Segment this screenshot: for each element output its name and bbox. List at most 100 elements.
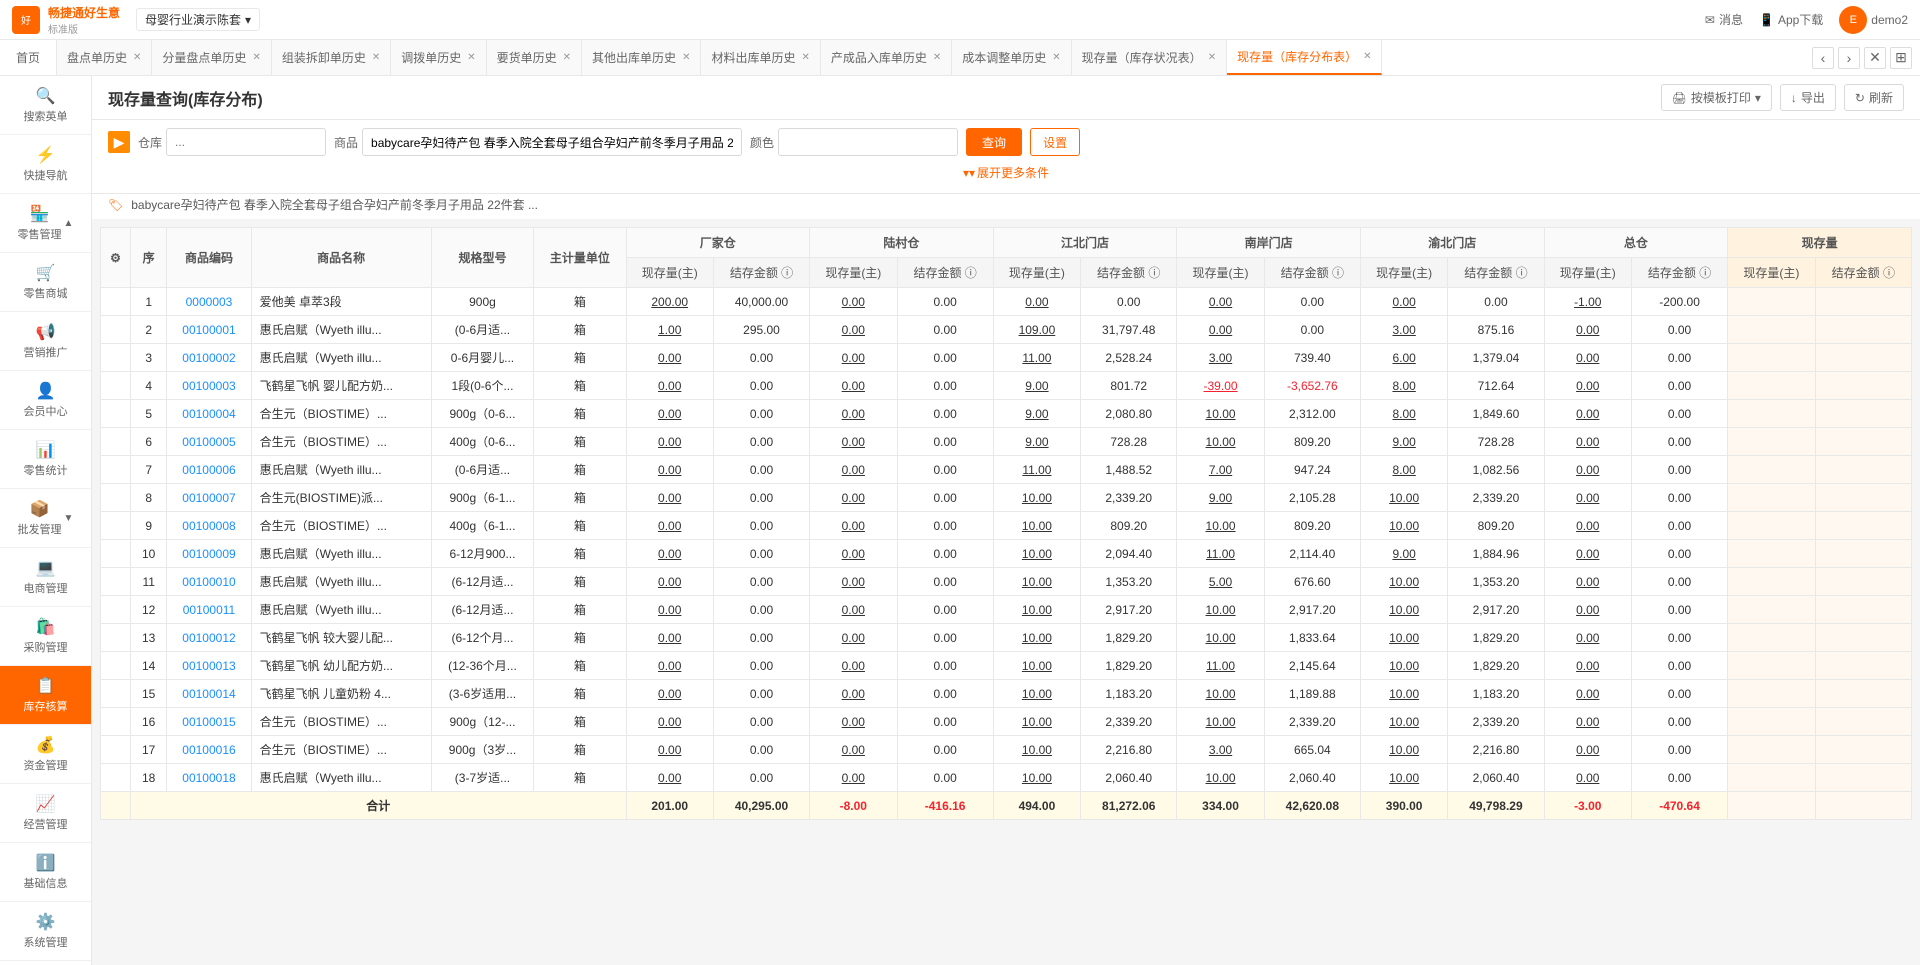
tab-close-all-icon[interactable]: ✕ (1864, 47, 1886, 69)
jb-cur-cell[interactable]: 109.00 (993, 316, 1080, 344)
code-cell[interactable]: 00100005 (167, 428, 251, 456)
tab-close-icon[interactable]: ✕ (801, 52, 809, 63)
na-cur-cell[interactable]: 10.00 (1177, 680, 1264, 708)
code-cell[interactable]: 00100007 (167, 484, 251, 512)
app-download-btn[interactable]: 📱 App下载 (1759, 11, 1823, 28)
t-cur-cell[interactable]: 0.00 (1544, 428, 1631, 456)
na-cur-cell[interactable]: 10.00 (1177, 708, 1264, 736)
code-cell[interactable]: 00100010 (167, 568, 251, 596)
sidebar-item-marketing[interactable]: 📢 营销推广 (0, 312, 91, 371)
goods-input[interactable] (362, 128, 742, 156)
t-cur-cell[interactable]: 0.00 (1544, 316, 1631, 344)
sidebar-item-nav[interactable]: ⚡ 快捷导航 (0, 135, 91, 194)
code-cell[interactable]: 00100004 (167, 400, 251, 428)
t-cur-cell[interactable]: 0.00 (1544, 456, 1631, 484)
l-cur-cell[interactable]: 0.00 (810, 400, 897, 428)
l-cur-cell[interactable]: 0.00 (810, 708, 897, 736)
jb-cur-cell[interactable]: 10.00 (993, 764, 1080, 792)
na-cur-cell[interactable]: 0.00 (1177, 316, 1264, 344)
print-button[interactable]: 🖨 按模板打印 ▾ (1661, 84, 1772, 111)
jb-cur-cell[interactable]: 10.00 (993, 596, 1080, 624)
tab-cailiao[interactable]: 材料出库单历史 ✕ (701, 40, 820, 75)
yb-cur-cell[interactable]: 6.00 (1360, 344, 1447, 372)
message-btn[interactable]: ✉ 消息 (1705, 11, 1743, 28)
na-cur-cell[interactable]: 11.00 (1177, 652, 1264, 680)
f-cur-cell[interactable]: 0.00 (626, 344, 713, 372)
user-area[interactable]: E demo2 (1839, 6, 1908, 34)
search-button[interactable]: 查询 (966, 128, 1022, 156)
collapse-filter-btn[interactable]: ▶ (108, 131, 130, 153)
t-cur-cell[interactable]: -1.00 (1544, 288, 1631, 316)
code-cell[interactable]: 00100006 (167, 456, 251, 484)
industry-dropdown[interactable]: 母婴行业演示陈套 ▾ (136, 8, 260, 31)
jb-cur-cell[interactable]: 10.00 (993, 512, 1080, 540)
jb-cur-cell[interactable]: 10.00 (993, 540, 1080, 568)
code-cell[interactable]: 00100008 (167, 512, 251, 540)
f-cur-cell[interactable]: 0.00 (626, 568, 713, 596)
t-cur-cell[interactable]: 0.00 (1544, 708, 1631, 736)
code-cell[interactable]: 0000003 (167, 288, 251, 316)
na-cur-cell[interactable]: 10.00 (1177, 764, 1264, 792)
tab-xiancunliang-fenbiao[interactable]: 现存量（库存分布表） ✕ (1227, 40, 1382, 75)
yb-cur-cell[interactable]: 8.00 (1360, 456, 1447, 484)
tab-xiancunliang-kuang[interactable]: 现存量（库存状况表） ✕ (1072, 40, 1227, 75)
yb-cur-cell[interactable]: 3.00 (1360, 316, 1447, 344)
t-cur-cell[interactable]: 0.00 (1544, 680, 1631, 708)
l-cur-cell[interactable]: 0.00 (810, 652, 897, 680)
sidebar-item-basic-info[interactable]: ℹ️ 基础信息 (0, 843, 91, 902)
tab-close-icon[interactable]: ✕ (1363, 51, 1371, 62)
yb-cur-cell[interactable]: 0.00 (1360, 288, 1447, 316)
tab-close-icon[interactable]: ✕ (682, 52, 690, 63)
f-cur-cell[interactable]: 0.00 (626, 456, 713, 484)
t-cur-cell[interactable]: 0.00 (1544, 596, 1631, 624)
tab-yaohuo[interactable]: 要货单历史 ✕ (487, 40, 582, 75)
sidebar-item-wholesale[interactable]: 📦 批发管理 ▼ (0, 489, 91, 548)
yb-cur-cell[interactable]: 10.00 (1360, 596, 1447, 624)
jb-cur-cell[interactable]: 10.00 (993, 736, 1080, 764)
tab-close-icon[interactable]: ✕ (1208, 52, 1216, 63)
setting-button[interactable]: 设置 (1030, 128, 1080, 156)
l-cur-cell[interactable]: 0.00 (810, 288, 897, 316)
sidebar-item-system[interactable]: ⚙️ 系统管理 (0, 902, 91, 961)
t-cur-cell[interactable]: 0.00 (1544, 624, 1631, 652)
na-cur-cell[interactable]: 10.00 (1177, 428, 1264, 456)
f-cur-cell[interactable]: 0.00 (626, 596, 713, 624)
jb-cur-cell[interactable]: 0.00 (993, 288, 1080, 316)
na-cur-cell[interactable]: 10.00 (1177, 624, 1264, 652)
sidebar-item-mall[interactable]: 🛒 零售商城 (0, 253, 91, 312)
code-cell[interactable]: 00100018 (167, 764, 251, 792)
na-cur-cell[interactable]: 3.00 (1177, 344, 1264, 372)
f-cur-cell[interactable]: 0.00 (626, 736, 713, 764)
jb-cur-cell[interactable]: 10.00 (993, 708, 1080, 736)
f-cur-cell[interactable]: 200.00 (626, 288, 713, 316)
t-cur-cell[interactable]: 0.00 (1544, 736, 1631, 764)
l-cur-cell[interactable]: 0.00 (810, 372, 897, 400)
color-input[interactable] (778, 128, 958, 156)
code-cell[interactable]: 00100003 (167, 372, 251, 400)
sidebar-item-retail[interactable]: 🏪 零售管理 ▲ (0, 194, 91, 253)
code-cell[interactable]: 00100013 (167, 652, 251, 680)
l-cur-cell[interactable]: 0.00 (810, 568, 897, 596)
yb-cur-cell[interactable]: 10.00 (1360, 764, 1447, 792)
jb-cur-cell[interactable]: 10.00 (993, 484, 1080, 512)
na-cur-cell[interactable]: 3.00 (1177, 736, 1264, 764)
yb-cur-cell[interactable]: 10.00 (1360, 484, 1447, 512)
code-cell[interactable]: 00100002 (167, 344, 251, 372)
yb-cur-cell[interactable]: 8.00 (1360, 400, 1447, 428)
yb-cur-cell[interactable]: 9.00 (1360, 428, 1447, 456)
tab-close-icon[interactable]: ✕ (372, 52, 380, 63)
gear-column-header[interactable]: ⚙ (101, 228, 131, 288)
sidebar-item-inventory[interactable]: 📋 库存核算 (0, 666, 91, 725)
jb-cur-cell[interactable]: 9.00 (993, 400, 1080, 428)
tab-pundanlixi[interactable]: 盘点单历史 ✕ (57, 40, 152, 75)
tab-qita-chuku[interactable]: 其他出库单历史 ✕ (582, 40, 701, 75)
l-cur-cell[interactable]: 0.00 (810, 680, 897, 708)
sidebar-item-operations[interactable]: 📈 经营管理 (0, 784, 91, 843)
expand-conditions-btn[interactable]: ▾▾ 展开更多条件 (963, 160, 1049, 185)
tab-diaibo[interactable]: 调拨单历史 ✕ (391, 40, 486, 75)
f-cur-cell[interactable]: 0.00 (626, 372, 713, 400)
warehouse-input[interactable] (166, 128, 326, 156)
sidebar-item-purchase[interactable]: 🛍️ 采购管理 (0, 607, 91, 666)
tab-expand-icon[interactable]: ⊞ (1890, 47, 1912, 69)
sidebar-item-retail-stats[interactable]: 📊 零售统计 (0, 430, 91, 489)
